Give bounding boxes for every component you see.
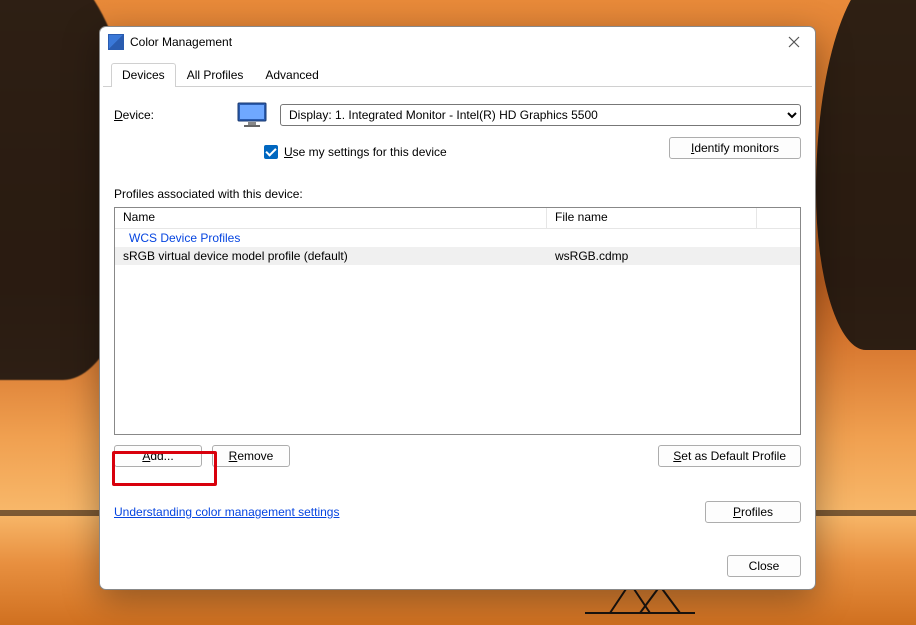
listview-group[interactable]: WCS Device Profiles [115,229,800,247]
profiles-button[interactable]: Profiles [705,501,801,523]
add-button[interactable]: Add... [114,445,202,467]
understanding-link[interactable]: Understanding color management settings [114,505,339,519]
device-label: Device: [114,108,226,122]
profiles-listview[interactable]: Name File name WCS Device Profiles sRGB … [114,207,801,435]
use-my-settings-row: Use my settings for this device [264,145,447,159]
column-name[interactable]: Name [115,208,547,228]
listview-header: Name File name [115,208,800,229]
close-button[interactable]: Close [727,555,801,577]
identify-monitors-button[interactable]: Identify monitors [669,137,801,159]
use-my-settings-checkbox[interactable] [264,145,278,159]
titlebar: Color Management [100,27,815,57]
tab-devices[interactable]: Devices [111,63,176,87]
app-icon [108,34,124,50]
column-filename[interactable]: File name [547,208,757,228]
set-default-profile-button[interactable]: Set as Default Profile [658,445,801,467]
profile-filename: wsRGB.cdmp [547,247,800,265]
remove-button[interactable]: Remove [212,445,290,467]
close-icon[interactable] [779,31,809,53]
tab-all-profiles[interactable]: All Profiles [176,63,255,87]
listview-body[interactable]: WCS Device Profiles sRGB virtual device … [115,229,800,434]
monitor-icon [236,101,270,129]
use-my-settings-label[interactable]: Use my settings for this device [284,145,447,159]
window-title: Color Management [130,35,232,49]
profile-name: sRGB virtual device model profile (defau… [115,247,547,265]
profiles-associated-label: Profiles associated with this device: [114,187,801,201]
device-select[interactable]: Display: 1. Integrated Monitor - Intel(R… [280,104,801,126]
tab-strip: Devices All Profiles Advanced [103,57,812,87]
tab-advanced[interactable]: Advanced [254,63,329,87]
color-management-window: Color Management Devices All Profiles Ad… [99,26,816,590]
listview-row[interactable]: sRGB virtual device model profile (defau… [115,247,800,265]
